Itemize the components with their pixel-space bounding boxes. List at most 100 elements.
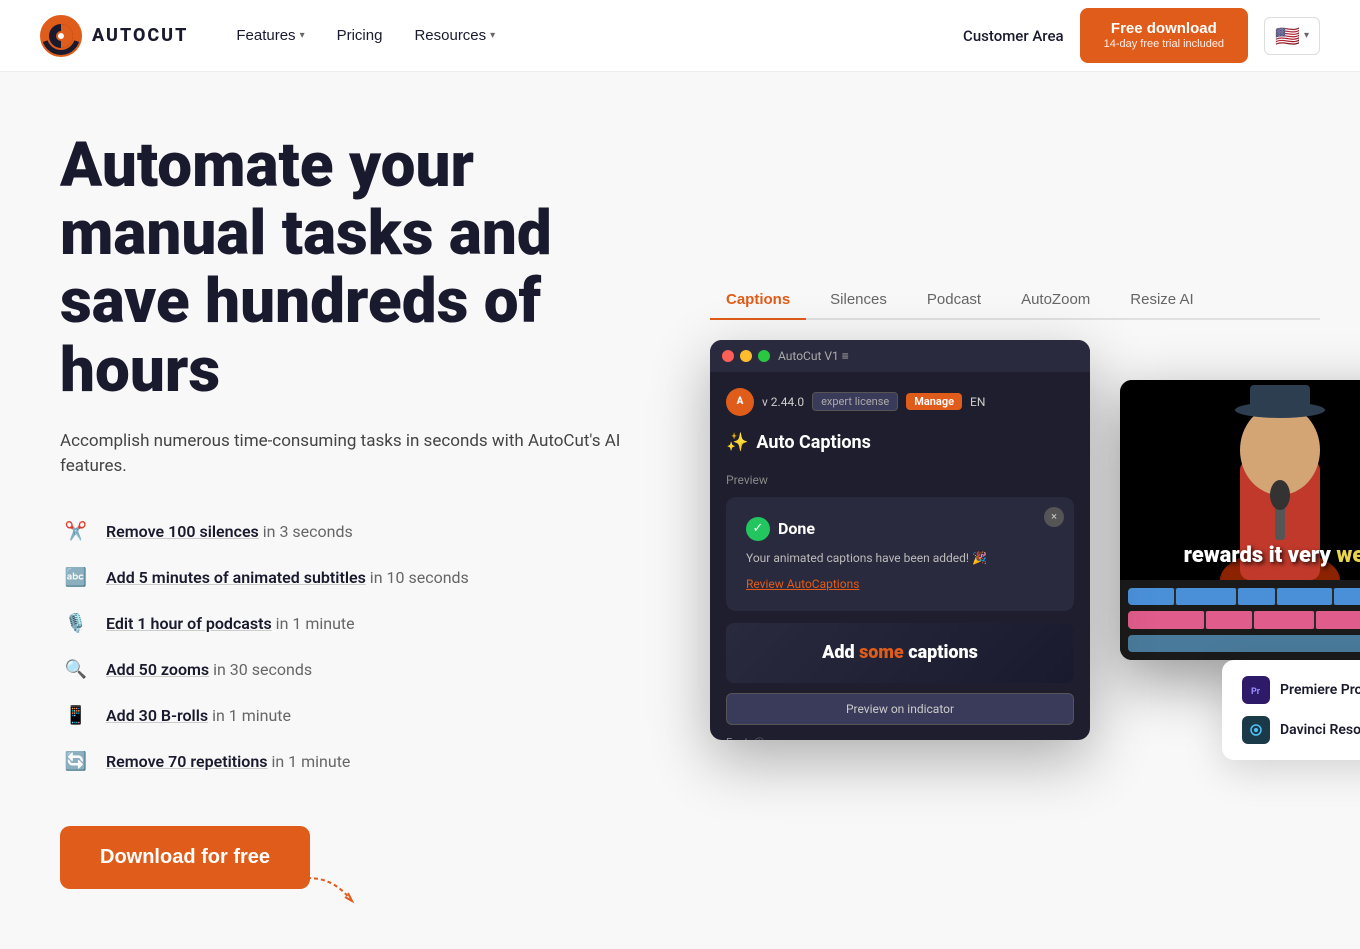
app-titlebar: AutoCut V1 ≡ [710,340,1090,372]
preview-video: Add some captions [726,623,1074,683]
language-selector[interactable]: 🇺🇸 ▾ [1264,17,1320,55]
preview-indicator-btn[interactable]: Preview on indicator [726,693,1074,725]
nav-left: AUTOCUT Features ▾ Pricing Resources ▾ [40,15,507,57]
timeline-block [1277,588,1332,605]
nav-links: Features ▾ Pricing Resources ▾ [224,19,507,52]
logo-text: AUTOCUT [92,25,188,46]
zooms-link[interactable]: Add 50 zooms [106,660,209,679]
tab-podcast[interactable]: Podcast [911,281,997,320]
customer-area-link[interactable]: Customer Area [963,27,1064,45]
nav-features[interactable]: Features ▾ [224,19,316,52]
tab-silences[interactable]: Silences [814,281,903,320]
app-version: v 2.44.0 [762,395,804,409]
tab-row: Captions Silences Podcast AutoZoom Resiz… [710,281,1320,320]
cc-icon: 🔤 [60,562,92,594]
video-panel: rewards it very well [1120,380,1360,660]
lang-badge: EN [970,395,985,409]
font-row: Font ⓘ [726,735,1074,740]
app-content: A v 2.44.0 expert license Manage EN ✨ Au… [710,372,1090,740]
close-icon[interactable]: × [1044,507,1064,527]
preview-label: Preview [726,473,1074,487]
fullscreen-dot [758,350,770,362]
nav-pricing[interactable]: Pricing [325,19,395,52]
repetitions-link[interactable]: Remove 70 repetitions [106,752,267,771]
list-item: 🔄 Remove 70 repetitions in 1 minute [60,746,660,778]
app-logo-row: A v 2.44.0 expert license Manage EN [726,388,985,416]
podcast-link[interactable]: Edit 1 hour of podcasts [106,614,272,633]
broll-icon: 📱 [60,700,92,732]
hero-section: Automate your manual tasks and save hund… [0,72,1360,949]
zoom-icon: 🔍 [60,654,92,686]
traffic-lights [722,350,770,362]
svg-text:Pr: Pr [1251,687,1261,697]
hero-subtitle: Accomplish numerous time-consuming tasks… [60,429,660,480]
subtitles-link[interactable]: Add 5 minutes of animated subtitles [106,568,366,587]
software-row-premiere: Pr Premiere Pro - 🍎 [1242,676,1360,704]
list-item: 📱 Add 30 B-rolls in 1 minute [60,700,660,732]
preview-caption: Add some captions [822,642,978,663]
hero-right: Captions Silences Podcast AutoZoom Resiz… [710,281,1320,740]
nav-right: Customer Area Free download 14-day free … [963,8,1320,63]
premiere-icon: Pr [1242,676,1270,704]
premiere-label: Premiere Pro [1280,682,1360,698]
scissors-icon: ✂️ [60,516,92,548]
timeline-row-1 [1128,588,1360,605]
list-item: 🔍 Add 50 zooms in 30 seconds [60,654,660,686]
info-icon: ⓘ [754,735,765,740]
app-container: AutoCut V1 ≡ A v 2.44.0 expert license M… [710,340,1320,740]
manage-badge[interactable]: Manage [906,393,962,410]
timeline-block [1254,611,1315,628]
tab-resize-ai[interactable]: Resize AI [1114,281,1209,320]
remove-silences-link[interactable]: Remove 100 silences [106,522,259,541]
download-button[interactable]: Download for free [60,826,310,889]
repeat-icon: 🔄 [60,746,92,778]
license-badge: expert license [812,392,898,411]
software-row-davinci: Davinci Resolve [1242,716,1360,744]
free-download-button[interactable]: Free download 14-day free trial included [1080,8,1248,63]
logo-icon [40,15,82,57]
chevron-down-icon: ▾ [300,30,305,41]
davinci-icon [1242,716,1270,744]
caption-highlight-text: well [1336,543,1360,568]
timeline-block [1128,611,1204,628]
timeline-block [1334,588,1360,605]
hero-left: Automate your manual tasks and save hund… [60,132,660,889]
timeline-row-3 [1128,635,1360,652]
video-caption-overlay: rewards it very well [1120,543,1360,568]
app-window: AutoCut V1 ≡ A v 2.44.0 expert license M… [710,340,1090,740]
hero-title: Automate your manual tasks and save hund… [60,132,660,405]
app-logo-circle: A [726,388,754,416]
flag-icon: 🇺🇸 [1275,24,1300,48]
window-title: AutoCut V1 ≡ [778,349,849,363]
done-row: ✓ Done [746,517,1054,541]
review-link[interactable]: Review AutoCaptions [746,577,1054,591]
list-item: 🔤 Add 5 minutes of animated subtitles in… [60,562,660,594]
software-panel: Pr Premiere Pro - 🍎 Davinci Re [1222,660,1360,760]
close-dot [722,350,734,362]
navigation: AUTOCUT Features ▾ Pricing Resources ▾ C… [0,0,1360,72]
nav-resources[interactable]: Resources ▾ [402,19,507,52]
done-subtitle: Your animated captions have been added! … [746,551,1054,565]
lang-chevron-icon: ▾ [1304,30,1309,41]
caption-normal-text: rewards it very [1184,543,1337,568]
logo[interactable]: AUTOCUT [40,15,188,57]
davinci-label: Davinci Resolve [1280,722,1360,738]
list-item: 🎙️ Edit 1 hour of podcasts in 1 minute [60,608,660,640]
feature-list: ✂️ Remove 100 silences in 3 seconds 🔤 Ad… [60,516,660,778]
list-item: ✂️ Remove 100 silences in 3 seconds [60,516,660,548]
mic-icon: 🎙️ [60,608,92,640]
app-header: A v 2.44.0 expert license Manage EN [726,388,1074,416]
timeline-block [1176,588,1237,605]
video-timeline [1120,580,1360,660]
tab-captions[interactable]: Captions [710,281,806,320]
auto-captions-title: ✨ Auto Captions [726,432,1074,453]
check-icon: ✓ [746,517,770,541]
tab-autozoom[interactable]: AutoZoom [1005,281,1106,320]
timeline-block [1316,611,1360,628]
timeline-block [1238,588,1274,605]
wand-icon: ✨ [726,432,748,453]
arrow-decoration [290,869,370,919]
chevron-down-icon-2: ▾ [490,30,495,41]
brolls-link[interactable]: Add 30 B-rolls [106,706,208,725]
timeline-block [1206,611,1252,628]
